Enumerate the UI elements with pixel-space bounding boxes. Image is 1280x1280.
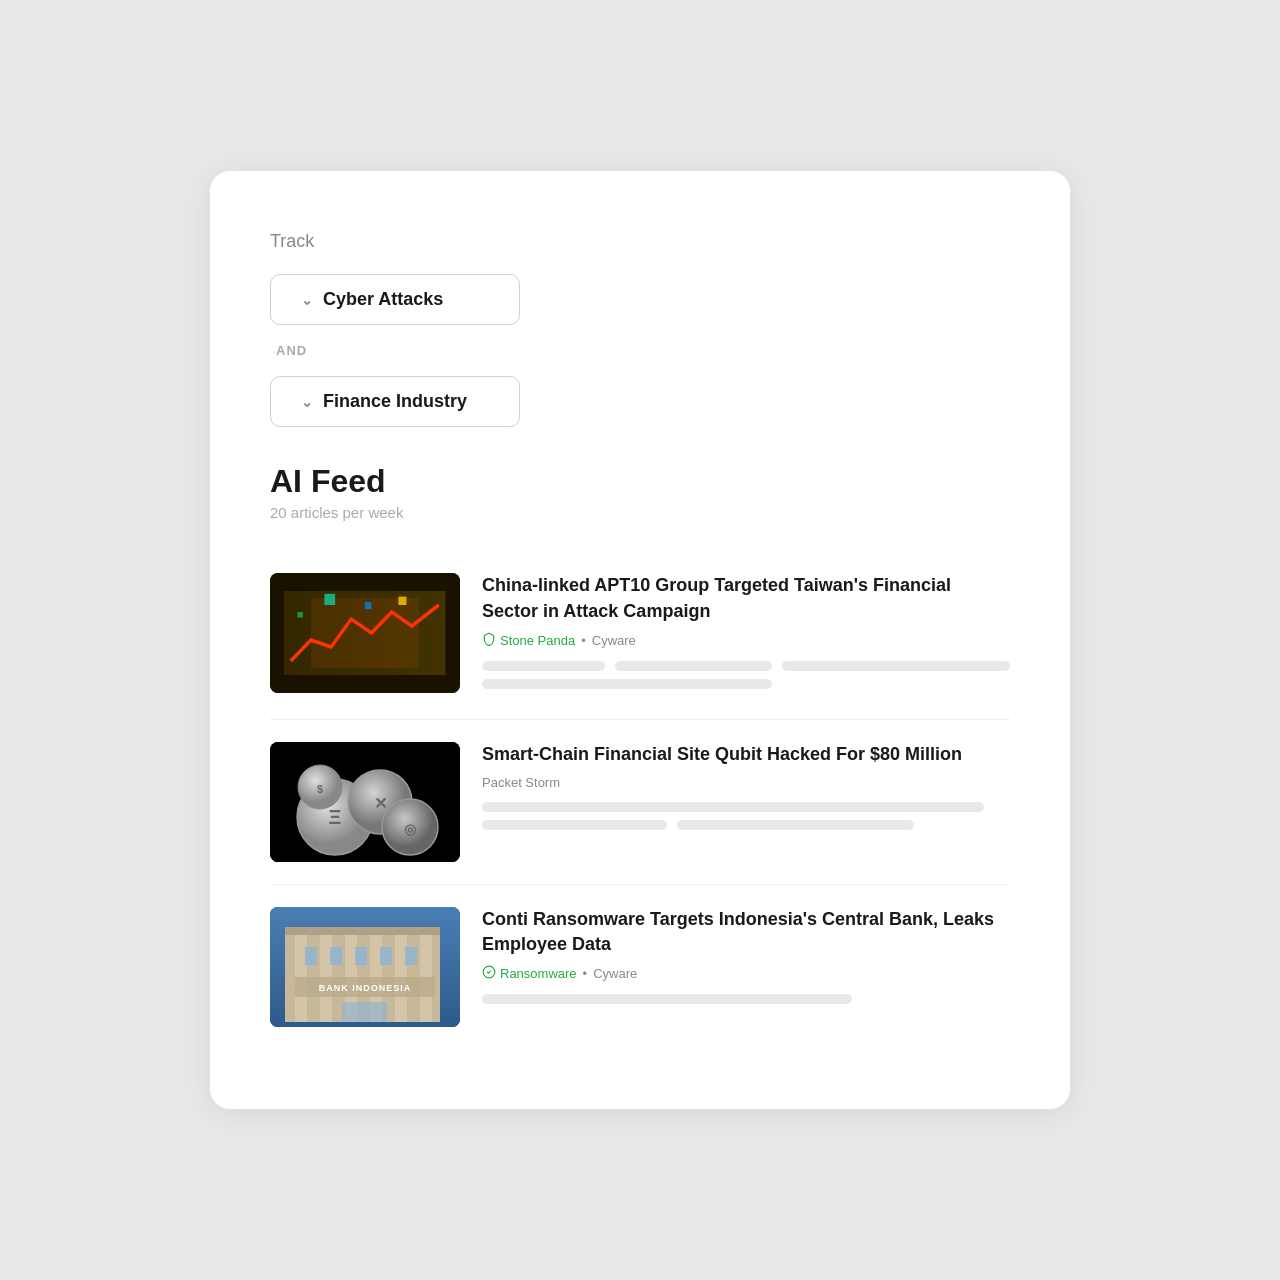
article-tag-1[interactable]: Stone Panda (482, 632, 575, 649)
svg-rect-21 (285, 927, 440, 935)
article-tag-label-3: Ransomware (500, 966, 577, 981)
article-meta-2: Packet Storm (482, 775, 1010, 790)
svg-rect-7 (365, 603, 372, 610)
skeleton-1a3 (782, 661, 1010, 671)
cyber-attacks-label: Cyber Attacks (323, 289, 443, 310)
article-list: China-linked APT10 Group Targeted Taiwan… (270, 551, 1010, 1048)
article-source-2: Packet Storm (482, 775, 560, 790)
skeleton-1a2 (615, 661, 773, 671)
cyber-attacks-dropdown[interactable]: ⌄ Cyber Attacks (270, 274, 520, 325)
main-card: Track ⌄ Cyber Attacks AND ⌄ Finance Indu… (210, 171, 1070, 1108)
tag-icon-3 (482, 965, 496, 982)
article-title-2: Smart-Chain Financial Site Qubit Hacked … (482, 742, 1010, 767)
svg-text:✕: ✕ (374, 795, 387, 812)
finance-industry-dropdown[interactable]: ⌄ Finance Industry (270, 376, 520, 427)
svg-text:$: $ (317, 783, 323, 795)
tag-icon-1 (482, 632, 496, 649)
svg-rect-30 (355, 947, 367, 965)
svg-rect-32 (405, 947, 417, 965)
article-thumbnail-1 (270, 573, 460, 693)
svg-text:◎: ◎ (404, 821, 417, 837)
ai-feed-subtitle: 20 articles per week (270, 504, 1010, 521)
skeleton-2b1 (482, 820, 667, 830)
article-thumbnail-2: Ξ ✕ ◎ $ (270, 742, 460, 862)
skeleton-row-1a (482, 661, 1010, 671)
svg-rect-31 (380, 947, 392, 965)
svg-rect-6 (325, 594, 336, 605)
track-label: Track (270, 231, 1010, 252)
chevron-down-icon-2: ⌄ (301, 394, 313, 410)
skeleton-2a (482, 802, 984, 812)
ai-feed-title: AI Feed (270, 463, 1010, 500)
table-row[interactable]: China-linked APT10 Group Targeted Taiwan… (270, 551, 1010, 719)
and-separator: AND (276, 343, 1010, 358)
article-title-1: China-linked APT10 Group Targeted Taiwan… (482, 573, 1010, 623)
article-meta-1: Stone Panda • Cyware (482, 632, 1010, 649)
svg-rect-8 (399, 597, 407, 605)
article-tag-3[interactable]: Ransomware (482, 965, 577, 982)
svg-text:Ξ: Ξ (329, 806, 342, 828)
article-tag-label-1: Stone Panda (500, 633, 575, 648)
svg-text:BANK INDONESIA: BANK INDONESIA (319, 983, 412, 993)
article-separator-3: • (583, 966, 588, 981)
skeleton-1b (482, 679, 772, 689)
article-content-1: China-linked APT10 Group Targeted Taiwan… (482, 573, 1010, 696)
svg-rect-28 (305, 947, 317, 965)
ai-feed-section: AI Feed 20 articles per week (270, 463, 1010, 1048)
article-title-3: Conti Ransomware Targets Indonesia's Cen… (482, 907, 1010, 957)
svg-rect-29 (330, 947, 342, 965)
article-content-3: Conti Ransomware Targets Indonesia's Cen… (482, 907, 1010, 1012)
svg-rect-35 (342, 1002, 387, 1022)
article-thumbnail-3: BANK INDONESIA (270, 907, 460, 1027)
finance-industry-label: Finance Industry (323, 391, 467, 412)
skeleton-2b2 (677, 820, 915, 830)
table-row[interactable]: Ξ ✕ ◎ $ Smart-Chain Financial Site Qubit… (270, 720, 1010, 885)
article-source-3: Cyware (593, 966, 637, 981)
table-row[interactable]: BANK INDONESIA Conti Ransomware Targets … (270, 885, 1010, 1049)
skeleton-1a1 (482, 661, 605, 671)
article-separator-1: • (581, 633, 586, 648)
chevron-down-icon: ⌄ (301, 292, 313, 308)
skeleton-row-2b (482, 820, 1010, 830)
article-meta-3: Ransomware • Cyware (482, 965, 1010, 982)
article-source-1: Cyware (592, 633, 636, 648)
skeleton-3a (482, 994, 852, 1004)
article-content-2: Smart-Chain Financial Site Qubit Hacked … (482, 742, 1010, 838)
svg-rect-9 (298, 612, 303, 618)
